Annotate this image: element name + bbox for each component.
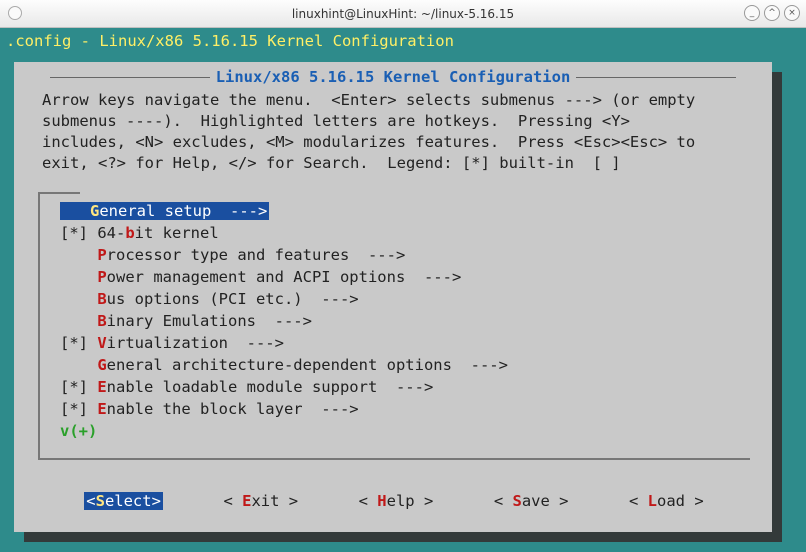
hotkey-letter: B <box>97 312 106 330</box>
window-menu-icon[interactable] <box>8 6 22 20</box>
menu-item-label: nable loadable module support ---> <box>107 378 434 396</box>
hotkey-letter: E <box>97 400 106 418</box>
menu-item-4[interactable]: Bus options (PCI etc.) ---> <box>60 288 730 310</box>
menu-item-label: eneral setup ---> <box>99 202 267 220</box>
menu-item-9[interactable]: [*] Enable the block layer ---> <box>60 398 730 420</box>
button-row: <Select> < Exit > < Help > < Save > < Load > <box>54 492 734 510</box>
window-title: linuxhint@LinuxHint: ~/linux-5.16.15 <box>292 7 514 21</box>
menu-item-prefix <box>60 312 97 330</box>
hotkey-letter: V <box>97 334 106 352</box>
dialog-button-0[interactable]: <Select> <box>84 492 163 510</box>
menu-item-prefix <box>60 290 97 308</box>
menu-item-2[interactable]: Processor type and features ---> <box>60 244 730 266</box>
titlebar: linuxhint@LinuxHint: ~/linux-5.16.15 _ ^… <box>0 0 806 28</box>
hotkey-letter: b <box>125 224 134 242</box>
hotkey-letter: S <box>512 492 521 510</box>
menu-item-label: it kernel <box>135 224 219 242</box>
menu-item-6[interactable]: [*] Virtualization ---> <box>60 332 730 354</box>
hotkey-letter: P <box>97 246 106 264</box>
dialog-button-3[interactable]: < Save > <box>494 492 569 510</box>
hotkey-letter: L <box>648 492 657 510</box>
window-controls: _ ^ × <box>744 5 800 21</box>
menu-item-prefix: [*] <box>60 378 97 396</box>
menu-item-3[interactable]: Power management and ACPI options ---> <box>60 266 730 288</box>
dialog-button-4[interactable]: < Load > <box>629 492 704 510</box>
menu-list[interactable]: General setup --->[*] 64-bit kernel Proc… <box>60 200 730 442</box>
menu-item-label: nable the block layer ---> <box>107 400 359 418</box>
menu-item-prefix <box>62 202 90 220</box>
menuconfig-dialog: Linux/x86 5.16.15 Kernel Configuration A… <box>14 62 772 532</box>
dialog-button-2[interactable]: < Help > <box>359 492 434 510</box>
dialog-button-1[interactable]: < Exit > <box>223 492 298 510</box>
menu-item-label: irtualization ---> <box>107 334 284 352</box>
menu-item-0[interactable]: General setup ---> <box>60 200 730 222</box>
menu-item-prefix <box>60 246 97 264</box>
config-header: .config - Linux/x86 5.16.15 Kernel Confi… <box>6 32 454 50</box>
terminal: .config - Linux/x86 5.16.15 Kernel Confi… <box>0 28 806 552</box>
help-text: Arrow keys navigate the menu. <Enter> se… <box>42 90 752 174</box>
hotkey-letter: E <box>97 378 106 396</box>
menu-item-5[interactable]: Binary Emulations ---> <box>60 310 730 332</box>
menu-item-prefix <box>60 356 97 374</box>
menu-item-label: ower management and ACPI options ---> <box>107 268 462 286</box>
maximize-icon[interactable]: ^ <box>764 5 780 21</box>
menu-item-1[interactable]: [*] 64-bit kernel <box>60 222 730 244</box>
menu-item-label: us options (PCI etc.) ---> <box>107 290 359 308</box>
hotkey-letter: G <box>90 202 99 220</box>
hotkey-letter: P <box>97 268 106 286</box>
hotkey-letter: H <box>377 492 386 510</box>
dialog-title: Linux/x86 5.16.15 Kernel Configuration <box>14 68 772 86</box>
menu-box: General setup --->[*] 64-bit kernel Proc… <box>38 192 750 460</box>
minimize-icon[interactable]: _ <box>744 5 760 21</box>
menu-item-7[interactable]: General architecture-dependent options -… <box>60 354 730 376</box>
menu-item-label: rocessor type and features ---> <box>107 246 406 264</box>
hotkey-letter: G <box>97 356 106 374</box>
more-indicator: v(+) <box>60 420 730 442</box>
menu-item-prefix: [*] 64- <box>60 224 125 242</box>
menu-item-prefix: [*] <box>60 334 97 352</box>
menu-item-8[interactable]: [*] Enable loadable module support ---> <box>60 376 730 398</box>
menu-item-label: eneral architecture-dependent options --… <box>107 356 508 374</box>
hotkey-letter: B <box>97 290 106 308</box>
menu-item-prefix: [*] <box>60 400 97 418</box>
close-icon[interactable]: × <box>784 5 800 21</box>
menu-item-label: inary Emulations ---> <box>107 312 312 330</box>
menu-item-prefix <box>60 268 97 286</box>
hotkey-letter: S <box>96 492 105 510</box>
